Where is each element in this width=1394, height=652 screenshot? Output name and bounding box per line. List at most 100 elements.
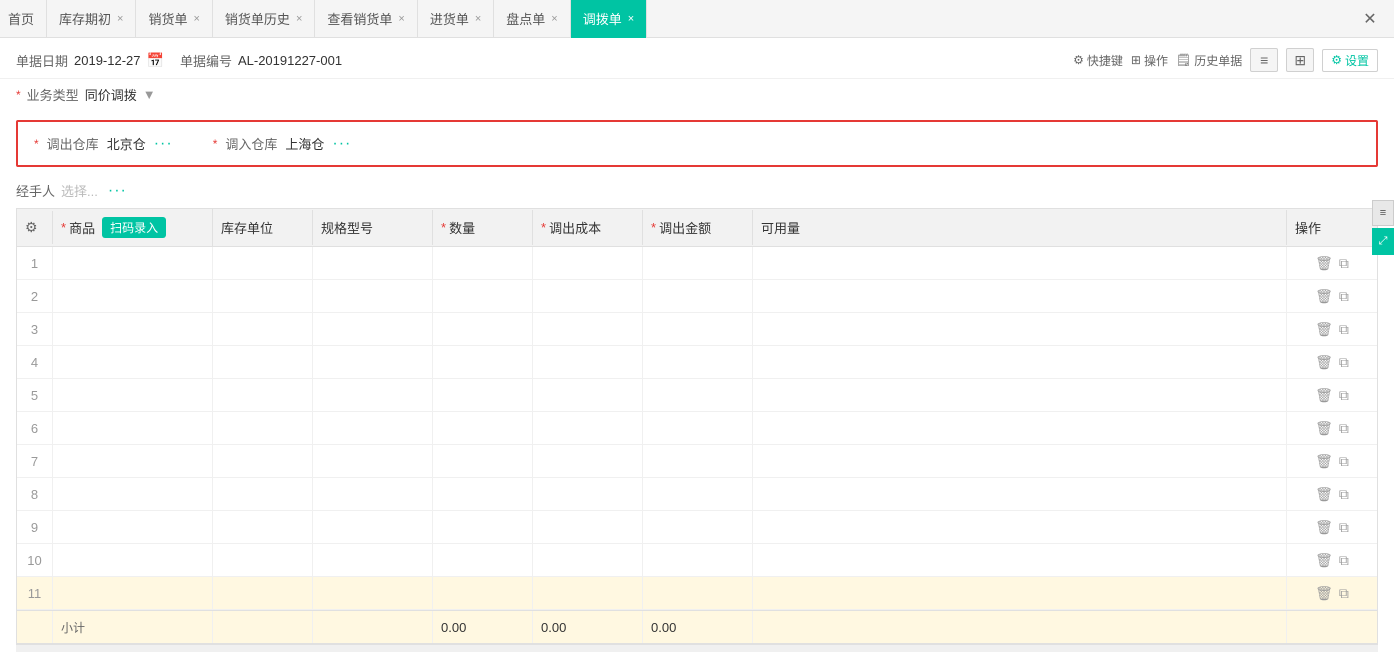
copy-icon-7[interactable]: ⧉ [1339, 453, 1349, 470]
row-9-qty[interactable] [433, 511, 533, 543]
copy-icon-2[interactable]: ⧉ [1339, 288, 1349, 305]
row-7-cost[interactable] [533, 445, 643, 477]
row-3-cost[interactable] [533, 313, 643, 345]
delete-icon-3[interactable]: 🗑 [1315, 321, 1333, 338]
tab-close-sales-history[interactable]: × [296, 13, 302, 25]
copy-icon-10[interactable]: ⧉ [1339, 552, 1349, 569]
tab-sales[interactable]: 销货单 × [136, 0, 212, 38]
tab-close-inventory-init[interactable]: × [117, 13, 123, 25]
delete-icon-2[interactable]: 🗑 [1315, 288, 1333, 305]
row-1-qty[interactable] [433, 247, 533, 279]
tab-close-transfer[interactable]: × [628, 13, 634, 25]
tab-close-stocktake[interactable]: × [551, 13, 557, 25]
row-3-amount[interactable] [643, 313, 753, 345]
row-10-amount[interactable] [643, 544, 753, 576]
tab-close-purchase[interactable]: × [475, 13, 481, 25]
row-7-amount[interactable] [643, 445, 753, 477]
tab-purchase[interactable]: 进货单 × [418, 0, 494, 38]
row-8-cost[interactable] [533, 478, 643, 510]
gear-icon[interactable]: ⚙ [25, 219, 38, 236]
history-button[interactable]: 🗒 历史单据 [1176, 52, 1242, 69]
warehouse-out-more[interactable]: ··· [154, 135, 173, 153]
row-7-qty[interactable] [433, 445, 533, 477]
business-dropdown-arrow[interactable]: ▼ [143, 87, 156, 102]
delete-icon-8[interactable]: 🗑 [1315, 486, 1333, 503]
tab-sales-history[interactable]: 销货单历史 × [213, 0, 315, 38]
row-6-cost[interactable] [533, 412, 643, 444]
copy-icon-4[interactable]: ⧉ [1339, 354, 1349, 371]
row-11-cost[interactable] [533, 577, 643, 609]
row-10-qty[interactable] [433, 544, 533, 576]
float-expand-button[interactable]: ⤢ [1372, 228, 1394, 255]
tab-stocktake[interactable]: 盘点单 × [494, 0, 570, 38]
settings-button[interactable]: ⚙ 设置 [1322, 49, 1378, 72]
window-close-button[interactable]: ✕ [1354, 3, 1386, 35]
row-1-amount[interactable] [643, 247, 753, 279]
row-2-amount[interactable] [643, 280, 753, 312]
row-11-qty[interactable] [433, 577, 533, 609]
copy-icon-1[interactable]: ⧉ [1339, 255, 1349, 272]
row-9-cost[interactable] [533, 511, 643, 543]
row-6-amount[interactable] [643, 412, 753, 444]
grid-view-button[interactable]: ⊞ [1286, 48, 1314, 72]
row-4-product[interactable] [53, 346, 213, 378]
delete-icon-11[interactable]: 🗑 [1315, 585, 1333, 602]
row-1-cost[interactable] [533, 247, 643, 279]
warehouse-out-value[interactable]: 北京仓 [107, 134, 146, 153]
row-9-amount[interactable] [643, 511, 753, 543]
shortcut-button[interactable]: ⚙ 快捷键 [1073, 52, 1123, 69]
row-2-qty[interactable] [433, 280, 533, 312]
row-3-product[interactable] [53, 313, 213, 345]
delete-icon-10[interactable]: 🗑 [1315, 552, 1333, 569]
copy-icon-3[interactable]: ⧉ [1339, 321, 1349, 338]
business-value[interactable]: 同价调拨 [85, 85, 137, 104]
float-list-button[interactable]: ≡ [1372, 200, 1394, 226]
row-6-qty[interactable] [433, 412, 533, 444]
row-8-qty[interactable] [433, 478, 533, 510]
tab-transfer[interactable]: 调拨单 × [571, 0, 647, 38]
operation-button[interactable]: ⊞ 操作 [1131, 52, 1168, 69]
tab-inventory-init[interactable]: 库存期初 × [47, 0, 136, 38]
row-11-product[interactable] [53, 577, 213, 609]
row-7-product[interactable] [53, 445, 213, 477]
row-8-amount[interactable] [643, 478, 753, 510]
row-4-amount[interactable] [643, 346, 753, 378]
row-4-qty[interactable] [433, 346, 533, 378]
row-6-product[interactable] [53, 412, 213, 444]
warehouse-in-more[interactable]: ··· [332, 135, 351, 153]
row-5-cost[interactable] [533, 379, 643, 411]
delete-icon-1[interactable]: 🗑 [1315, 255, 1333, 272]
delete-icon-9[interactable]: 🗑 [1315, 519, 1333, 536]
horizontal-scrollbar[interactable] [16, 644, 1378, 652]
warehouse-in-value[interactable]: 上海仓 [285, 134, 324, 153]
scan-input-button[interactable]: 扫码录入 [102, 217, 166, 238]
row-2-product[interactable] [53, 280, 213, 312]
row-4-cost[interactable] [533, 346, 643, 378]
delete-icon-7[interactable]: 🗑 [1315, 453, 1333, 470]
delete-icon-4[interactable]: 🗑 [1315, 354, 1333, 371]
row-5-amount[interactable] [643, 379, 753, 411]
calendar-icon[interactable]: 📅 [147, 52, 164, 69]
copy-icon-9[interactable]: ⧉ [1339, 519, 1349, 536]
row-5-product[interactable] [53, 379, 213, 411]
row-8-product[interactable] [53, 478, 213, 510]
row-1-product[interactable] [53, 247, 213, 279]
delete-icon-6[interactable]: 🗑 [1315, 420, 1333, 437]
row-10-cost[interactable] [533, 544, 643, 576]
tab-home[interactable]: 首页 [8, 0, 47, 38]
row-5-qty[interactable] [433, 379, 533, 411]
copy-icon-6[interactable]: ⧉ [1339, 420, 1349, 437]
row-9-product[interactable] [53, 511, 213, 543]
tab-close-view-sales[interactable]: × [398, 13, 404, 25]
copy-icon-8[interactable]: ⧉ [1339, 486, 1349, 503]
delete-icon-5[interactable]: 🗑 [1315, 387, 1333, 404]
manager-select[interactable]: 选择... [61, 181, 98, 200]
manager-more[interactable]: ··· [108, 182, 127, 200]
row-10-product[interactable] [53, 544, 213, 576]
tab-close-sales[interactable]: × [193, 13, 199, 25]
row-3-qty[interactable] [433, 313, 533, 345]
row-11-amount[interactable] [643, 577, 753, 609]
row-2-cost[interactable] [533, 280, 643, 312]
th-settings[interactable]: ⚙ [17, 211, 53, 244]
tab-view-sales[interactable]: 查看销货单 × [315, 0, 417, 38]
